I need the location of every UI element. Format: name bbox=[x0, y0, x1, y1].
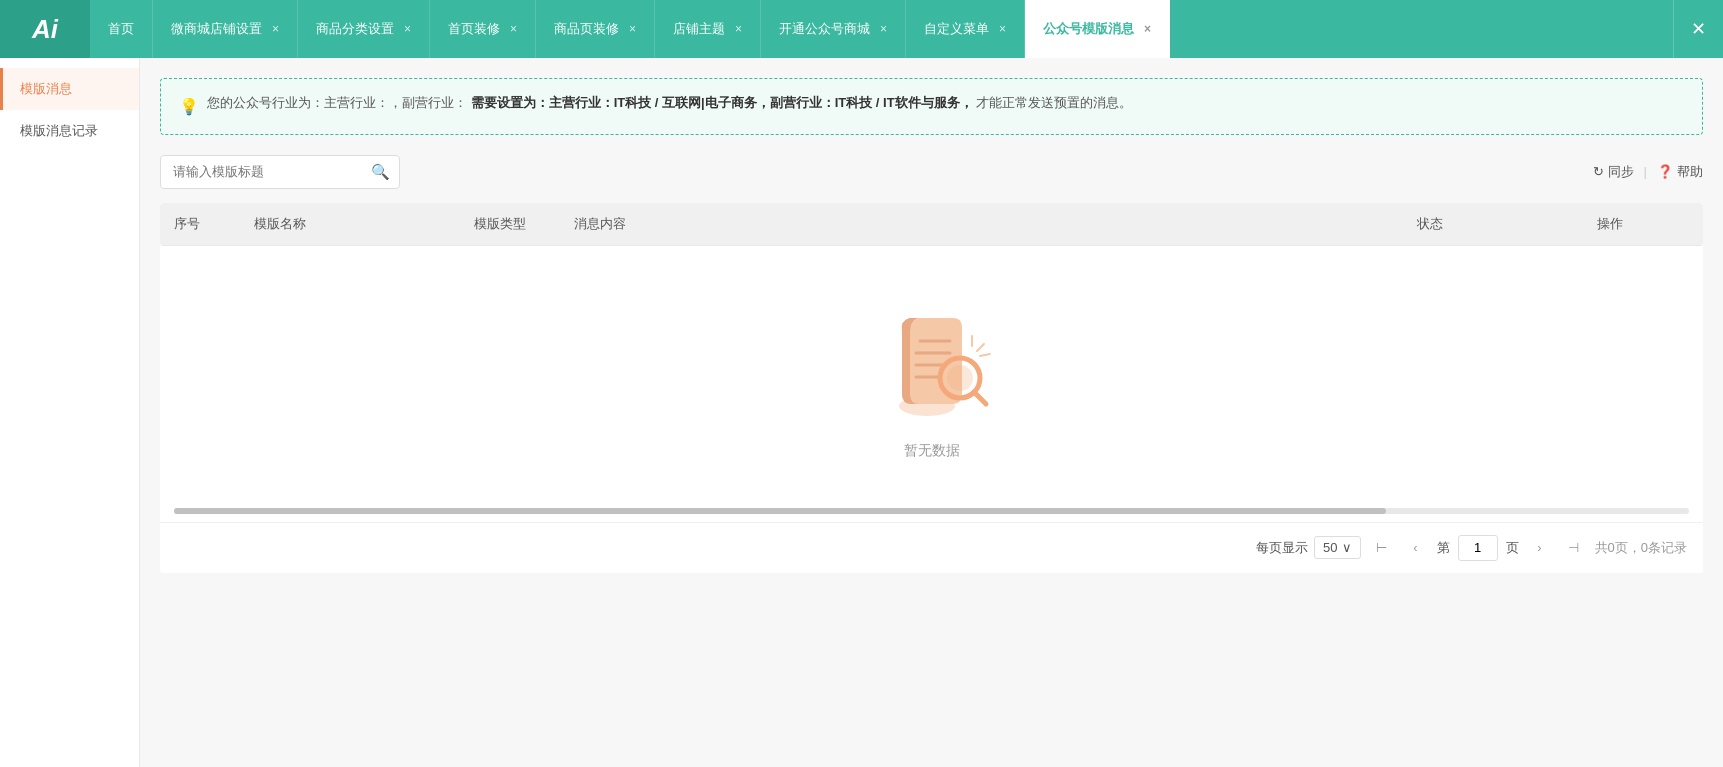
notice-icon: 💡 bbox=[179, 94, 199, 120]
nav-tab-close-template-msg[interactable]: × bbox=[1144, 22, 1151, 36]
help-button[interactable]: ❓ 帮助 bbox=[1657, 163, 1703, 181]
notice-text: 您的公众号行业为：主营行业：，副营行业： 需要设置为：主营行业：IT科技 / 互… bbox=[207, 93, 1132, 114]
page-size-select: 每页显示 50 ∨ bbox=[1256, 536, 1360, 559]
nav-tab-close-store-theme[interactable]: × bbox=[735, 22, 742, 36]
nav-tab-label: 商品分类设置 bbox=[316, 20, 394, 38]
nav-tab-close-store-setting[interactable]: × bbox=[272, 22, 279, 36]
table-col-content: 消息内容 bbox=[560, 203, 1403, 246]
table-header: 序号模版名称模版类型消息内容状态操作 bbox=[160, 203, 1703, 246]
nav-tab-open-mall[interactable]: 开通公众号商城 × bbox=[761, 0, 906, 58]
data-table: 序号模版名称模版类型消息内容状态操作 bbox=[160, 203, 1703, 246]
nav-tab-product-category[interactable]: 商品分类设置 × bbox=[298, 0, 430, 58]
sidebar-item-template-message-record[interactable]: 模版消息记录 bbox=[0, 110, 139, 152]
page-size-label: 每页显示 bbox=[1256, 539, 1308, 557]
nav-tab-close-custom-menu[interactable]: × bbox=[999, 22, 1006, 36]
nav-tab-home-decor[interactable]: 首页装修 × bbox=[430, 0, 536, 58]
sync-icon: ↻ bbox=[1593, 164, 1604, 179]
toolbar-right: ↻ 同步 | ❓ 帮助 bbox=[1593, 163, 1703, 181]
page-size-value: 50 bbox=[1323, 540, 1337, 555]
next-page-button[interactable]: › bbox=[1527, 535, 1553, 561]
sidebar-item-template-message[interactable]: 模版消息 bbox=[0, 68, 139, 110]
table-col-name: 模版名称 bbox=[240, 203, 460, 246]
page-size-dropdown[interactable]: 50 ∨ bbox=[1314, 536, 1360, 559]
nav-tab-product-decor[interactable]: 商品页装修 × bbox=[536, 0, 655, 58]
empty-text: 暂无数据 bbox=[904, 442, 960, 460]
empty-icon bbox=[872, 306, 992, 426]
table-col-action: 操作 bbox=[1583, 203, 1703, 246]
table-col-seq: 序号 bbox=[160, 203, 240, 246]
search-input-wrap: 🔍 bbox=[160, 155, 400, 189]
chevron-down-icon: ∨ bbox=[1342, 540, 1352, 555]
page-label-di: 第 bbox=[1437, 539, 1450, 557]
last-page-button[interactable]: ⊣ bbox=[1561, 535, 1587, 561]
search-button[interactable]: 🔍 bbox=[371, 163, 390, 181]
content-area: 💡 您的公众号行业为：主营行业：，副营行业： 需要设置为：主营行业：IT科技 /… bbox=[140, 58, 1723, 767]
nav-tab-label: 首页 bbox=[108, 20, 134, 38]
horizontal-scrollbar[interactable] bbox=[174, 508, 1689, 514]
nav-tab-close-product-decor[interactable]: × bbox=[629, 22, 636, 36]
nav-tab-label: 自定义菜单 bbox=[924, 20, 989, 38]
nav-tab-label: 首页装修 bbox=[448, 20, 500, 38]
page-unit-label: 页 bbox=[1506, 539, 1519, 557]
nav-tab-label: 开通公众号商城 bbox=[779, 20, 870, 38]
app-logo: Ai bbox=[0, 0, 90, 58]
table-col-type: 模版类型 bbox=[460, 203, 560, 246]
prev-page-button[interactable]: ‹ bbox=[1403, 535, 1429, 561]
scrollbar-row bbox=[160, 500, 1703, 522]
nav-tab-close-open-mall[interactable]: × bbox=[880, 22, 887, 36]
page-number-input[interactable] bbox=[1458, 535, 1498, 561]
svg-line-7 bbox=[974, 392, 986, 404]
help-icon: ❓ bbox=[1657, 164, 1673, 179]
sidebar: 模版消息模版消息记录 bbox=[0, 58, 140, 767]
notice-banner: 💡 您的公众号行业为：主营行业：，副营行业： 需要设置为：主营行业：IT科技 /… bbox=[160, 78, 1703, 135]
top-navigation: Ai 首页微商城店铺设置×商品分类设置×首页装修×商品页装修×店铺主题×开通公众… bbox=[0, 0, 1723, 58]
table-header-row: 序号模版名称模版类型消息内容状态操作 bbox=[160, 203, 1703, 246]
nav-tab-label: 商品页装修 bbox=[554, 20, 619, 38]
table-col-status: 状态 bbox=[1403, 203, 1583, 246]
nav-tab-label: 店铺主题 bbox=[673, 20, 725, 38]
table-wrapper: 序号模版名称模版类型消息内容状态操作 bbox=[160, 203, 1703, 573]
svg-point-6 bbox=[947, 365, 973, 391]
nav-tab-home[interactable]: 首页 bbox=[90, 0, 153, 58]
search-bar: 🔍 ↻ 同步 | ❓ 帮助 bbox=[160, 155, 1703, 189]
search-input[interactable] bbox=[160, 155, 400, 189]
sync-button[interactable]: ↻ 同步 bbox=[1593, 163, 1634, 181]
svg-line-9 bbox=[980, 354, 990, 356]
total-info: 共0页，0条记录 bbox=[1595, 539, 1687, 557]
nav-tab-template-msg[interactable]: 公众号模版消息 × bbox=[1025, 0, 1170, 58]
pagination: 每页显示 50 ∨ ⊢ ‹ 第 页 › ⊣ 共0页，0条记录 bbox=[160, 522, 1703, 573]
nav-tab-store-theme[interactable]: 店铺主题 × bbox=[655, 0, 761, 58]
nav-tab-close-home-decor[interactable]: × bbox=[510, 22, 517, 36]
svg-line-8 bbox=[977, 344, 984, 351]
nav-tab-custom-menu[interactable]: 自定义菜单 × bbox=[906, 0, 1025, 58]
main-layout: 模版消息模版消息记录 💡 您的公众号行业为：主营行业：，副营行业： 需要设置为：… bbox=[0, 58, 1723, 767]
first-page-button[interactable]: ⊢ bbox=[1369, 535, 1395, 561]
nav-tab-close-product-category[interactable]: × bbox=[404, 22, 411, 36]
nav-tab-list: 首页微商城店铺设置×商品分类设置×首页装修×商品页装修×店铺主题×开通公众号商城… bbox=[90, 0, 1673, 58]
close-all-tabs-button[interactable]: ✕ bbox=[1673, 0, 1723, 58]
scrollbar-thumb bbox=[174, 508, 1386, 514]
nav-tab-label: 公众号模版消息 bbox=[1043, 20, 1134, 38]
toolbar-divider: | bbox=[1644, 164, 1647, 179]
empty-state: 暂无数据 bbox=[160, 246, 1703, 500]
nav-tab-label: 微商城店铺设置 bbox=[171, 20, 262, 38]
nav-tab-store-setting[interactable]: 微商城店铺设置 × bbox=[153, 0, 298, 58]
